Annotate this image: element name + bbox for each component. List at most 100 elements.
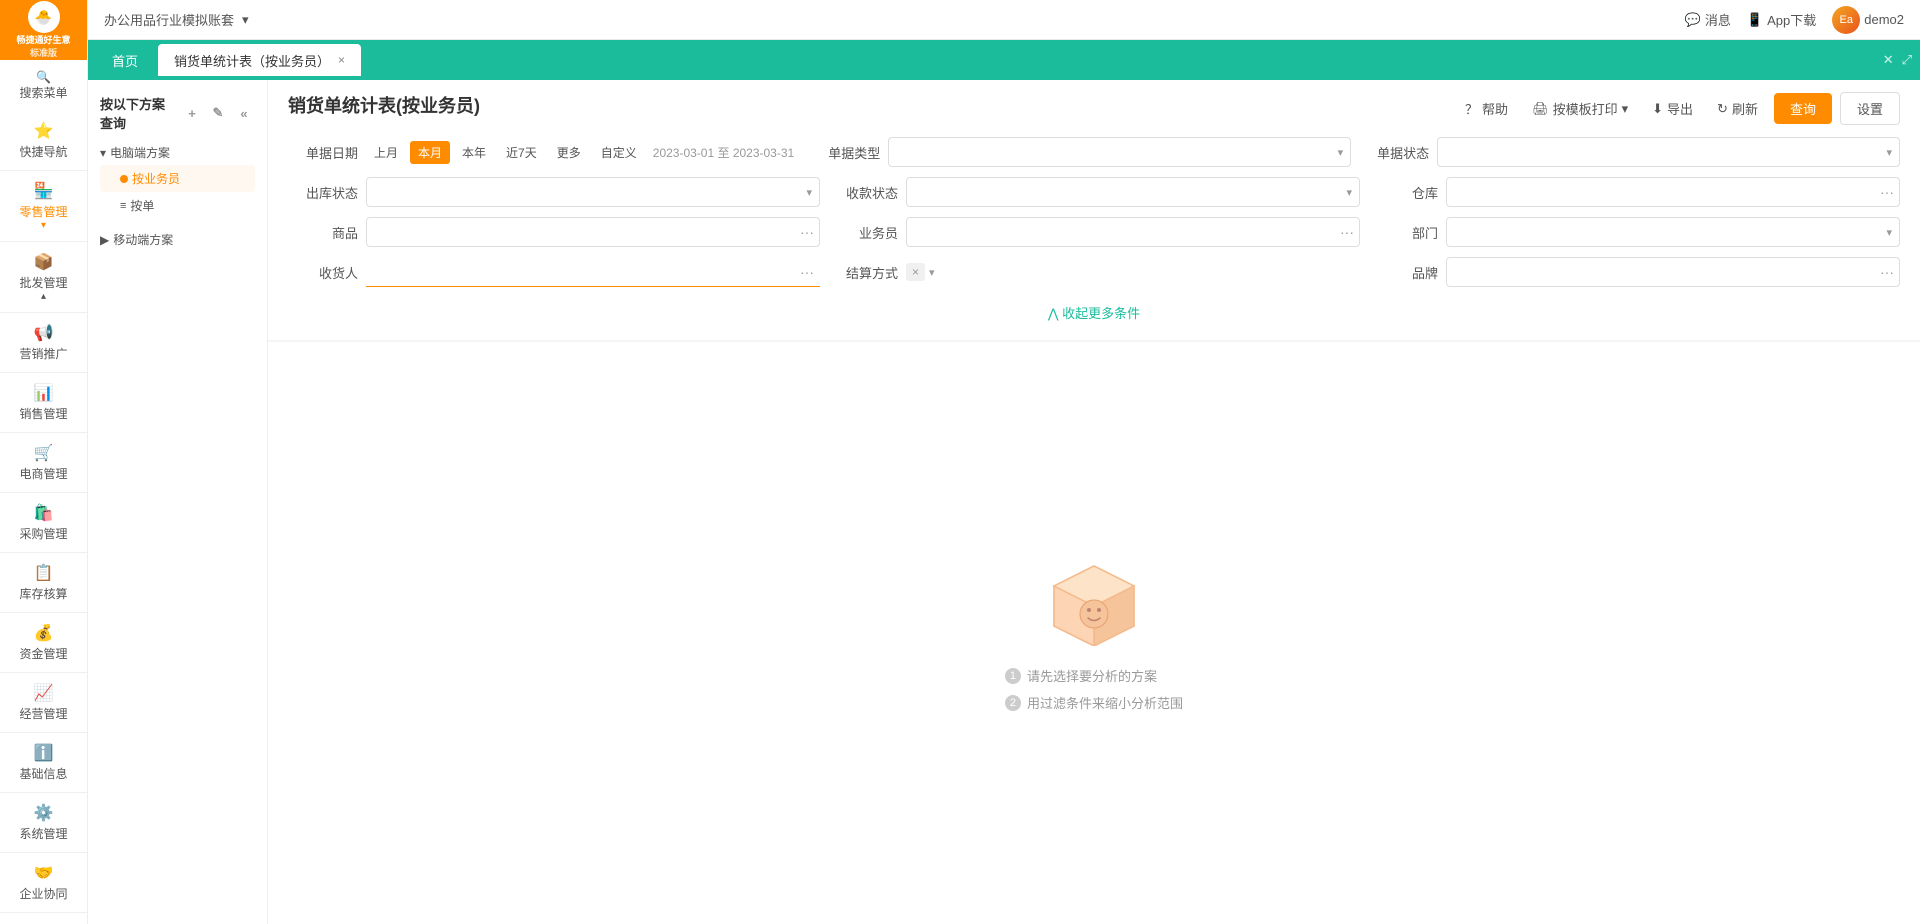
system-label: 系统管理 xyxy=(19,825,67,842)
basic-info-icon: ℹ️ xyxy=(34,743,54,763)
sidebar: 🐣 畅捷通好生意 标准版 🔍 搜索菜单 ⭐ 快捷导航 🏪 零售管理 ▾ 📦 批发… xyxy=(0,0,88,924)
operations-label: 经营管理 xyxy=(19,705,67,722)
operations-icon: 📈 xyxy=(34,683,54,703)
marketing-label: 营销推广 xyxy=(19,345,67,362)
sidebar-item-marketing[interactable]: 📢 营销推广 xyxy=(0,313,88,373)
sidebar-item-corp-collab[interactable]: 🤝 企业协同 xyxy=(0,853,88,913)
page-title-bar: 销货单统计表(按业务员) ？ 帮助 🖨 按模板打印 ▾ ⬇ xyxy=(268,80,1920,125)
filter-row-3: 商品 ··· 业务员 ··· 部门 ▾ xyxy=(288,217,1900,247)
date-btn-more[interactable]: 更多 xyxy=(549,141,589,164)
corp-collab-icon: 🤝 xyxy=(34,863,54,883)
payment-status-select[interactable] xyxy=(906,177,1360,207)
date-label: 单据日期 xyxy=(288,143,358,162)
sidebar-item-operations[interactable]: 📈 经营管理 xyxy=(0,673,88,733)
date-btn-custom[interactable]: 自定义 xyxy=(593,141,645,164)
doc-type-select[interactable] xyxy=(888,137,1351,167)
stock-status-select[interactable] xyxy=(366,177,820,207)
department-label: 部门 xyxy=(1368,223,1438,242)
add-plan-btn[interactable]: + xyxy=(181,102,203,124)
sidebar-item-purchase[interactable]: 🛍️ 采购管理 xyxy=(0,493,88,553)
wholesale-label: 批发管理 xyxy=(19,274,67,291)
goods-dots[interactable]: ··· xyxy=(800,224,814,240)
goods-input[interactable] xyxy=(366,217,820,247)
user-profile-btn[interactable]: Ea demo2 xyxy=(1832,6,1904,34)
date-btn-this-month[interactable]: 本月 xyxy=(410,141,450,164)
tab-home[interactable]: 首页 xyxy=(96,44,154,76)
salesperson-input[interactable] xyxy=(906,217,1360,247)
tab-active-report[interactable]: 销货单统计表（按业务员） × xyxy=(158,44,361,76)
sidebar-item-finance[interactable]: 💰 资金管理 xyxy=(0,613,88,673)
sidebar-item-retail[interactable]: 🏪 零售管理 ▾ xyxy=(0,171,88,242)
department-select[interactable] xyxy=(1446,217,1900,247)
sidebar-item-sales[interactable]: 📊 销售管理 xyxy=(0,373,88,433)
search-menu-item[interactable]: 🔍 搜索菜单 xyxy=(0,60,88,111)
avatar-initials: Ea xyxy=(1840,14,1853,26)
search-menu-label: 搜索菜单 xyxy=(19,84,67,101)
brand-input[interactable] xyxy=(1446,257,1900,287)
sidebar-item-inventory[interactable]: 📋 库存核算 xyxy=(0,553,88,613)
app-download-btn[interactable]: 📱 App下载 xyxy=(1747,10,1816,29)
warehouse-label: 仓库 xyxy=(1368,183,1438,202)
sidebar-item-quick-nav[interactable]: ⭐ 快捷导航 xyxy=(0,111,88,171)
recipient-label: 收货人 xyxy=(288,263,358,282)
filter-area: 单据日期 上月 本月 本年 近7天 更多 自定义 2023-03-01 至 20… xyxy=(268,125,1920,340)
export-btn[interactable]: ⬇ 导出 xyxy=(1644,95,1701,122)
sidebar-item-system[interactable]: ⚙️ 系统管理 xyxy=(0,793,88,853)
date-btn-last-month[interactable]: 上月 xyxy=(366,141,406,164)
query-btn[interactable]: 查询 xyxy=(1774,93,1832,124)
print-label: 按模板打印 xyxy=(1553,99,1618,118)
tab-bar: 首页 销货单统计表（按业务员） × ✕ ⤢ xyxy=(88,40,1920,80)
settings-label: 设置 xyxy=(1857,99,1883,118)
sidebar-item-newbie[interactable]: 🎓 新手引导 xyxy=(0,913,88,924)
payment-status-control: ▾ xyxy=(906,177,1360,207)
sidebar-item-ecommerce[interactable]: 🛒 电商管理 xyxy=(0,433,88,493)
recipient-dots[interactable]: ··· xyxy=(800,264,814,280)
left-panel-icons: + ✎ « xyxy=(181,102,255,124)
print-btn[interactable]: 🖨 按模板打印 ▾ xyxy=(1524,95,1636,122)
collapse-more-btn[interactable]: ⋀ 收起更多条件 xyxy=(288,297,1900,328)
sidebar-item-basic-info[interactable]: ℹ️ 基础信息 xyxy=(0,733,88,793)
mobile-group-arrow: ▶ xyxy=(100,233,109,247)
close-all-icon[interactable]: ✕ xyxy=(1883,52,1894,68)
mobile-plan-group-title[interactable]: ▶ 移动端方案 xyxy=(100,227,255,252)
breadcrumb-arrow[interactable]: ▾ xyxy=(242,12,249,28)
message-btn[interactable]: 💬 消息 xyxy=(1685,10,1731,29)
refresh-btn[interactable]: ↻ 刷新 xyxy=(1709,95,1766,122)
retail-label: 零售管理 xyxy=(19,203,67,220)
maximize-icon[interactable]: ⤢ xyxy=(1902,52,1912,68)
collapse-arrow: ⋀ xyxy=(1048,306,1059,321)
date-btn-this-year[interactable]: 本年 xyxy=(454,141,494,164)
pc-plan-group-title[interactable]: ▾ 电脑端方案 xyxy=(100,140,255,165)
user-name: demo2 xyxy=(1864,12,1904,27)
top-right-actions: 💬 消息 📱 App下载 Ea demo2 xyxy=(1685,6,1904,34)
brand-dots[interactable]: ··· xyxy=(1880,264,1894,280)
inventory-label: 库存核算 xyxy=(19,585,67,602)
settings-btn[interactable]: 设置 xyxy=(1840,92,1900,125)
plan-item-by-order[interactable]: ≡ 按单 xyxy=(100,192,255,219)
payment-method-tag-close[interactable]: × xyxy=(912,265,919,279)
query-label: 查询 xyxy=(1790,99,1816,118)
warehouse-input[interactable] xyxy=(1446,177,1900,207)
date-btn-7days[interactable]: 近7天 xyxy=(498,141,545,164)
left-panel: 按以下方案查询 + ✎ « ▾ xyxy=(88,80,268,924)
goods-control: ··· xyxy=(366,217,820,247)
page-actions: ？ 帮助 🖨 按模板打印 ▾ ⬇ 导出 ↻ xyxy=(1457,92,1900,125)
search-icon: 🔍 xyxy=(36,70,51,84)
payment-method-control: × ▾ xyxy=(906,263,1360,281)
tab-close-btn[interactable]: × xyxy=(338,53,345,67)
marketing-icon: 📢 xyxy=(34,323,54,343)
finance-label: 资金管理 xyxy=(19,645,67,662)
ecommerce-icon: 🛒 xyxy=(34,443,54,463)
doc-status-select[interactable] xyxy=(1437,137,1900,167)
filter-row-1: 单据日期 上月 本月 本年 近7天 更多 自定义 2023-03-01 至 20… xyxy=(288,137,1900,167)
salesperson-dots[interactable]: ··· xyxy=(1340,224,1354,240)
help-btn[interactable]: ？ 帮助 xyxy=(1457,95,1516,122)
plan-item-by-salesperson[interactable]: 按业务员 xyxy=(100,165,255,192)
edit-plan-btn[interactable]: ✎ xyxy=(207,102,229,124)
ecommerce-label: 电商管理 xyxy=(19,465,67,482)
collapse-panel-btn[interactable]: « xyxy=(233,102,255,124)
recipient-input[interactable] xyxy=(366,257,820,287)
empty-hint-2: 2 用过滤条件来缩小分析范围 xyxy=(1005,693,1183,712)
sidebar-item-wholesale[interactable]: 📦 批发管理 ▴ xyxy=(0,242,88,313)
warehouse-dots[interactable]: ··· xyxy=(1880,184,1894,200)
